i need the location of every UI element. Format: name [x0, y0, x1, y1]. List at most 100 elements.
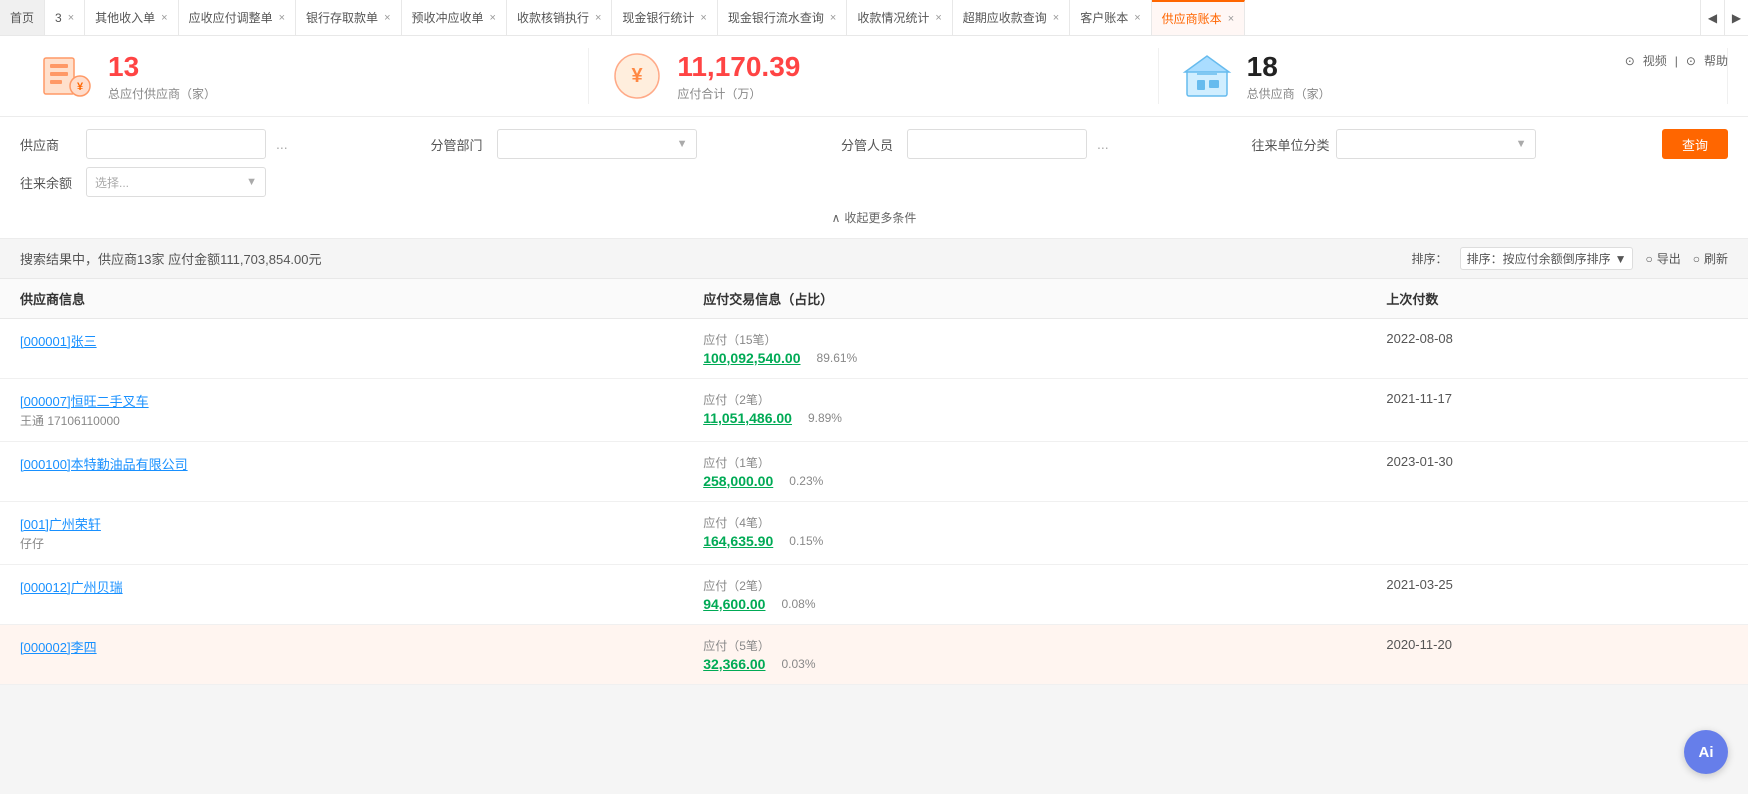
close-icon[interactable]: × — [595, 12, 601, 24]
refresh-icon: ○ — [1693, 252, 1700, 266]
category-select[interactable]: ▼ — [1336, 129, 1536, 159]
last-pay-date: 2020-11-20 — [1386, 637, 1452, 652]
refresh-button[interactable]: ○ 刷新 — [1693, 250, 1728, 267]
nav-tab-customer-account[interactable]: 客户账本 × — [1070, 0, 1151, 36]
close-icon[interactable]: × — [935, 12, 941, 24]
supplier-link[interactable]: [000012]广州贝瑞 — [20, 580, 123, 595]
close-icon[interactable]: × — [279, 12, 285, 24]
trans-label: 应付（2笔） — [703, 391, 1386, 408]
nav-tab-home[interactable]: 首页 — [0, 0, 45, 36]
nav-left-arrow[interactable]: ◀ — [1700, 0, 1724, 36]
trans-pct: 0.23% — [789, 474, 823, 488]
dept-filter-label: 分管部门 — [431, 135, 491, 154]
close-icon[interactable]: × — [384, 12, 390, 24]
svg-text:¥: ¥ — [632, 65, 644, 87]
balance-select[interactable]: 选择... ▼ — [86, 167, 266, 197]
filter-item-dept: 分管部门 ▼ — [431, 129, 826, 159]
table-row: [000012]广州贝瑞 应付（2笔） 94,600.00 0.08% 2021… — [0, 565, 1748, 625]
supplier-link[interactable]: [000007]恒旺二手叉车 — [20, 394, 149, 409]
stat-number-payable-amount: 11,170.39 — [677, 50, 800, 84]
close-icon[interactable]: × — [68, 12, 74, 24]
stat-number-total-suppliers: 18 — [1247, 50, 1331, 84]
nav-tab-cash-bank-stat[interactable]: 现金银行统计 × — [612, 0, 717, 36]
nav-tab-payment-exec[interactable]: 收款核销执行 × — [507, 0, 612, 36]
trans-info-cell: 应付（1笔） 258,000.00 0.23% — [703, 454, 1386, 489]
close-icon[interactable]: × — [1134, 12, 1140, 24]
sort-select-value: 排序：按应付余额倒序排序 — [1467, 250, 1611, 267]
nav-tab-overdue-query[interactable]: 超期应收款查询 × — [953, 0, 1070, 36]
table-row: [000100]本特勤油品有限公司 应付（1笔） 258,000.00 0.23… — [0, 442, 1748, 502]
nav-tab-advance-collection-label: 预收冲应收单 — [412, 9, 484, 26]
trans-amount[interactable]: 100,092,540.00 — [703, 350, 800, 366]
trans-row: 258,000.00 0.23% — [703, 473, 1386, 489]
nav-right-arrow[interactable]: ▶ — [1724, 0, 1748, 36]
filter-item-balance: 往来余额 选择... ▼ — [20, 167, 1728, 197]
nav-tab-cash-flow-query[interactable]: 现金银行流水查询 × — [718, 0, 847, 36]
person-dots-icon[interactable]: ... — [1097, 136, 1109, 152]
nav-tab-payment-exec-label: 收款核销执行 — [517, 9, 589, 26]
trans-amount[interactable]: 32,366.00 — [703, 656, 765, 672]
trans-amount[interactable]: 94,600.00 — [703, 596, 765, 612]
supplier-link[interactable]: [000002]李四 — [20, 640, 97, 655]
stats-bar: ¥ 13 总应付供应商（家） ¥ 11,170.39 应付合计（万） — [0, 36, 1748, 117]
stat-block-payable-suppliers: ¥ 13 总应付供应商（家） — [20, 48, 589, 104]
close-icon[interactable]: × — [490, 12, 496, 24]
sort-select[interactable]: 排序：按应付余额倒序排序 ▼ — [1460, 247, 1634, 270]
supplier-link[interactable]: [000001]张三 — [20, 334, 97, 349]
trans-amount[interactable]: 11,051,486.00 — [703, 410, 792, 426]
col-header-lastpay: 上次付数 — [1386, 289, 1728, 308]
close-icon[interactable]: × — [830, 12, 836, 24]
close-icon[interactable]: × — [161, 12, 167, 24]
nav-tab-other-income-label: 其他收入单 — [95, 9, 155, 26]
trans-pct: 0.15% — [789, 534, 823, 548]
trans-info-cell: 应付（2笔） 94,600.00 0.08% — [703, 577, 1386, 612]
filter-area: 供应商 ... 分管部门 ▼ 分管人员 ... 往来单位分类 ▼ 查询 — [0, 117, 1748, 239]
nav-tab-collection-stat-label: 收款情况统计 — [857, 9, 929, 26]
trans-info-cell: 应付（15笔） 100,092,540.00 89.61% — [703, 331, 1386, 366]
supplier-dots-icon[interactable]: ... — [276, 136, 288, 152]
last-pay-date: 2023-01-30 — [1386, 454, 1453, 469]
help-link[interactable]: 帮助 — [1704, 52, 1728, 69]
nav-tab-bank-deposit[interactable]: 银行存取款单 × — [296, 0, 401, 36]
supplier-link[interactable]: [001]广州荣轩 — [20, 517, 101, 532]
person-input[interactable] — [907, 129, 1087, 159]
trans-row: 100,092,540.00 89.61% — [703, 350, 1386, 366]
nav-tab-advance-collection[interactable]: 预收冲应收单 × — [402, 0, 507, 36]
close-icon[interactable]: × — [1053, 12, 1059, 24]
last-pay-date: 2021-03-25 — [1386, 577, 1453, 592]
supplier-input[interactable] — [86, 129, 266, 159]
supplier-info-cell: [001]广州荣轩 仔仔 — [20, 514, 703, 552]
video-link[interactable]: 视频 — [1643, 52, 1667, 69]
nav-tab-other-income[interactable]: 其他收入单 × — [85, 0, 178, 36]
close-icon[interactable]: × — [700, 12, 706, 24]
nav-tab-home-label: 首页 — [10, 9, 34, 26]
nav-tab-supplier-account[interactable]: 供应商账本 × — [1152, 0, 1245, 36]
trans-amount[interactable]: 164,635.90 — [703, 533, 773, 549]
nav-tab-adjustment[interactable]: 应收应付调整单 × — [179, 0, 296, 36]
result-info: 搜索结果中，供应商13家 应付金额111,703,854.00元 — [20, 249, 322, 268]
nav-tab-collection-stat[interactable]: 收款情况统计 × — [847, 0, 952, 36]
filter-item-person: 分管人员 ... — [841, 129, 1236, 159]
trans-amount[interactable]: 258,000.00 — [703, 473, 773, 489]
ai-badge-label: Ai — [1699, 744, 1714, 761]
dept-select[interactable]: ▼ — [497, 129, 697, 159]
export-button[interactable]: ○ 导出 — [1645, 250, 1680, 267]
trans-pct: 0.08% — [781, 597, 815, 611]
ai-badge[interactable]: Ai — [1684, 730, 1728, 774]
top-right-links: ⊙ 视频 | ⊙ 帮助 — [1625, 52, 1728, 69]
nav-tab-3[interactable]: 3 × — [45, 0, 85, 36]
balance-filter-label: 往来余额 — [20, 173, 80, 192]
supplier-info-cell: [000002]李四 — [20, 637, 703, 656]
trans-row: 94,600.00 0.08% — [703, 596, 1386, 612]
trans-pct: 9.89% — [808, 411, 842, 425]
search-button[interactable]: 查询 — [1662, 129, 1728, 159]
supplier-link[interactable]: [000100]本特勤油品有限公司 — [20, 457, 188, 472]
filter-item-supplier: 供应商 ... — [20, 129, 415, 159]
close-icon[interactable]: × — [1228, 13, 1234, 25]
trans-row: 11,051,486.00 9.89% — [703, 410, 1386, 426]
refresh-label: 刷新 — [1704, 250, 1728, 267]
chevron-down-icon: ▼ — [246, 176, 257, 188]
data-table: 供应商信息 应付交易信息（占比） 上次付数 [000001]张三 应付（15笔）… — [0, 279, 1748, 685]
collapse-bar[interactable]: ∧ 收起更多条件 — [20, 205, 1728, 230]
chevron-down-icon: ▼ — [677, 138, 688, 150]
